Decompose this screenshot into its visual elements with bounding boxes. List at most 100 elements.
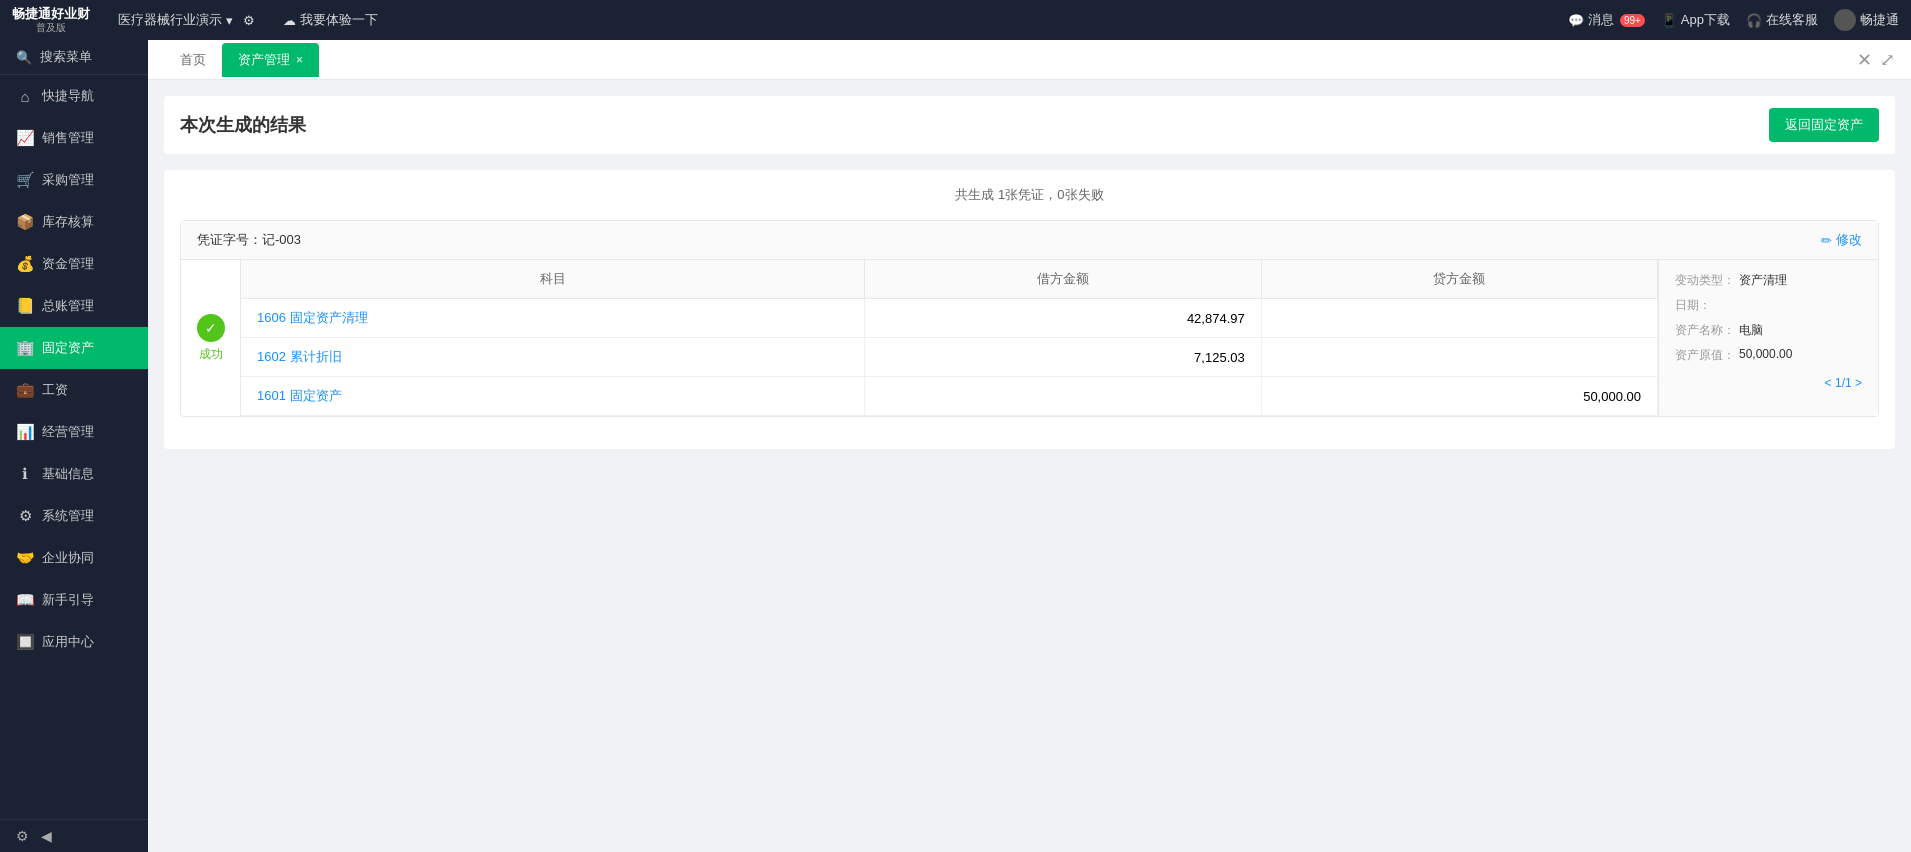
cloud-icon: ☁ — [283, 13, 296, 28]
avatar — [1834, 9, 1856, 31]
ledger-icon: 📒 — [16, 297, 34, 315]
app-center-icon: 🔲 — [16, 633, 34, 651]
sidebar-item-guide[interactable]: 📖 新手引导 — [0, 579, 148, 621]
table-row: 1606 固定资产清理 42,874.97 — [241, 299, 1658, 338]
change-type-value: 资产清理 — [1739, 272, 1787, 289]
result-panel: 共生成 1张凭证，0张失败 凭证字号：记-003 ✏ 修改 ✓ — [164, 170, 1895, 449]
tab-bar: 首页 资产管理 × ✕ ⤢ — [148, 40, 1911, 80]
sales-icon: 📈 — [16, 129, 34, 147]
sidebar-item-fixed-assets[interactable]: 🏢 固定资产 — [0, 327, 148, 369]
col-subject: 科目 — [241, 260, 865, 299]
sidebar-label: 基础信息 — [42, 465, 94, 483]
col-debit: 借方金额 — [865, 260, 1261, 299]
sidebar-label: 应用中心 — [42, 633, 94, 651]
system-icon: ⚙ — [16, 507, 34, 525]
date-row: 日期： — [1675, 297, 1862, 314]
logo: 畅捷通好业财 普及版 — [12, 6, 90, 34]
purchase-icon: 🛒 — [16, 171, 34, 189]
sidebar-item-operations[interactable]: 📊 经营管理 — [0, 411, 148, 453]
sidebar-item-sales[interactable]: 📈 销售管理 — [0, 117, 148, 159]
result-summary: 共生成 1张凭证，0张失败 — [180, 186, 1879, 204]
page-content: 本次生成的结果 返回固定资产 共生成 1张凭证，0张失败 凭证字号：记-003 … — [148, 80, 1911, 852]
voucher-number: 凭证字号：记-003 — [197, 231, 301, 249]
finance-icon: 💰 — [16, 255, 34, 273]
row2-debit: 7,125.03 — [865, 338, 1261, 377]
main-layout: 🔍 搜索菜单 ⌂ 快捷导航 📈 销售管理 🛒 采购管理 📦 库存核算 💰 资金管… — [0, 40, 1911, 852]
voucher-block: 凭证字号：记-003 ✏ 修改 ✓ 成功 — [180, 220, 1879, 417]
sidebar-item-ledger[interactable]: 📒 总账管理 — [0, 285, 148, 327]
sidebar-item-quick-nav[interactable]: ⌂ 快捷导航 — [0, 75, 148, 117]
chevron-down-icon: ▾ — [226, 13, 233, 28]
collapse-icon[interactable]: ◀ — [41, 828, 52, 844]
row3-debit — [865, 377, 1261, 416]
tab-home[interactable]: 首页 — [164, 43, 222, 77]
basic-info-icon: ℹ — [16, 465, 34, 483]
success-mark: ✓ — [197, 314, 225, 342]
edit-button[interactable]: ✏ 修改 — [1821, 231, 1862, 249]
row2-subject: 1602 累计折旧 — [241, 338, 865, 377]
message-icon: 💬 — [1568, 13, 1584, 28]
next-page-icon[interactable]: > — [1855, 376, 1862, 390]
voucher-table-wrap: ✓ 成功 科目 借方金额 贷方金额 — [181, 260, 1878, 416]
sidebar-item-collab[interactable]: 🤝 企业协同 — [0, 537, 148, 579]
collab-icon: 🤝 — [16, 549, 34, 567]
pagination[interactable]: < 1/1 > — [1675, 376, 1862, 390]
settings-icon[interactable]: ⚙ — [243, 13, 255, 28]
header-right: 💬 消息 99+ 📱 App下载 🎧 在线客服 畅捷通 — [1568, 9, 1899, 31]
sidebar-label: 快捷导航 — [42, 87, 94, 105]
user-item[interactable]: 畅捷通 — [1834, 9, 1899, 31]
sidebar-label: 采购管理 — [42, 171, 94, 189]
messages-item[interactable]: 💬 消息 99+ — [1568, 11, 1645, 29]
sidebar-label: 资金管理 — [42, 255, 94, 273]
tab-close-icon[interactable]: × — [296, 53, 303, 67]
edit-icon: ✏ — [1821, 233, 1832, 248]
headset-icon: 🎧 — [1746, 13, 1762, 28]
success-cell: ✓ 成功 — [181, 260, 241, 416]
logo-sub: 普及版 — [36, 22, 66, 34]
header-left: 畅捷通好业财 普及版 医疗器械行业演示 ▾ ⚙ ☁ 我要体验一下 — [12, 6, 378, 34]
sidebar-item-app-center[interactable]: 🔲 应用中心 — [0, 621, 148, 663]
asset-name-value: 电脑 — [1739, 322, 1763, 339]
side-info-panel: 变动类型： 资产清理 日期： 资产名称： 电脑 — [1658, 260, 1878, 416]
guide-icon: 📖 — [16, 591, 34, 609]
table-row: 1602 累计折旧 7,125.03 — [241, 338, 1658, 377]
prev-page-icon[interactable]: < — [1825, 376, 1832, 390]
return-button[interactable]: 返回固定资产 — [1769, 108, 1879, 142]
company-selector[interactable]: 医疗器械行业演示 ▾ ⚙ — [118, 11, 255, 29]
success-text: 成功 — [199, 346, 223, 363]
sidebar-bottom: ⚙ ◀ — [0, 819, 148, 852]
sidebar-label: 总账管理 — [42, 297, 94, 315]
content-area: 首页 资产管理 × ✕ ⤢ 本次生成的结果 返回固定资产 共生成 1张凭证，0张… — [148, 40, 1911, 852]
change-type-row: 变动类型： 资产清理 — [1675, 272, 1862, 289]
app-download-item[interactable]: 📱 App下载 — [1661, 11, 1730, 29]
change-type-label: 变动类型： — [1675, 272, 1735, 289]
table-row: 1601 固定资产 50,000.00 — [241, 377, 1658, 416]
asset-name-label: 资产名称： — [1675, 322, 1735, 339]
experience-button[interactable]: ☁ 我要体验一下 — [283, 11, 378, 29]
online-service-item[interactable]: 🎧 在线客服 — [1746, 11, 1818, 29]
sidebar-label: 新手引导 — [42, 591, 94, 609]
sidebar-search[interactable]: 🔍 搜索菜单 — [0, 40, 148, 75]
settings-bottom-icon[interactable]: ⚙ — [16, 828, 29, 844]
sidebar-item-purchase[interactable]: 🛒 采购管理 — [0, 159, 148, 201]
sidebar-item-inventory[interactable]: 📦 库存核算 — [0, 201, 148, 243]
sidebar-label: 工资 — [42, 381, 68, 399]
messages-badge: 99+ — [1620, 14, 1645, 27]
operations-icon: 📊 — [16, 423, 34, 441]
sidebar-label: 经营管理 — [42, 423, 94, 441]
sidebar-item-system[interactable]: ⚙ 系统管理 — [0, 495, 148, 537]
close-icon[interactable]: ✕ — [1857, 49, 1872, 71]
row1-debit: 42,874.97 — [865, 299, 1261, 338]
expand-icon[interactable]: ⤢ — [1880, 49, 1895, 71]
sidebar-label: 系统管理 — [42, 507, 94, 525]
mobile-icon: 📱 — [1661, 13, 1677, 28]
sidebar: 🔍 搜索菜单 ⌂ 快捷导航 📈 销售管理 🛒 采购管理 📦 库存核算 💰 资金管… — [0, 40, 148, 852]
tab-assets[interactable]: 资产管理 × — [222, 43, 319, 77]
sidebar-item-finance[interactable]: 💰 资金管理 — [0, 243, 148, 285]
tab-label: 资产管理 — [238, 51, 290, 69]
sidebar-label: 固定资产 — [42, 339, 94, 357]
sidebar-item-basic-info[interactable]: ℹ 基础信息 — [0, 453, 148, 495]
sidebar-item-payroll[interactable]: 💼 工资 — [0, 369, 148, 411]
asset-value-row: 资产原值： 50,000.00 — [1675, 347, 1862, 364]
asset-value-value: 50,000.00 — [1739, 347, 1792, 364]
